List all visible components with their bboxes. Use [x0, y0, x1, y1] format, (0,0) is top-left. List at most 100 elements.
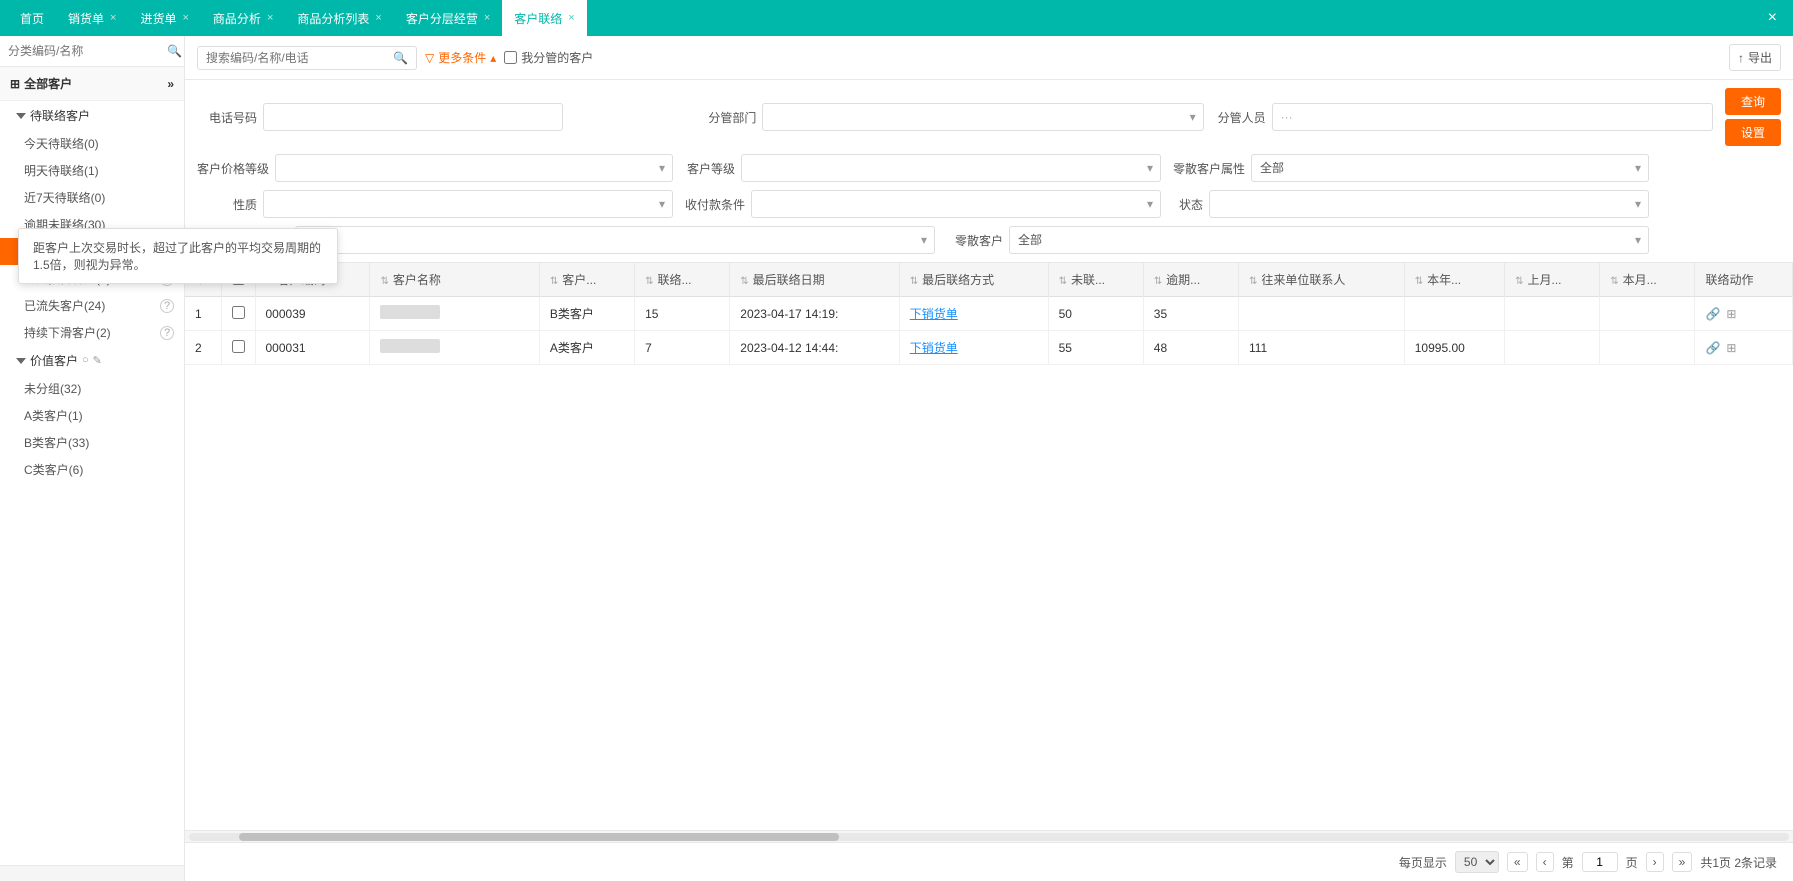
sidebar-value-customer-group[interactable]: 价值客户 ○ ✎ — [0, 346, 184, 375]
more-conditions-btn[interactable]: ▽ 更多条件 ▴ — [425, 49, 496, 66]
nav-home[interactable]: 首页 — [8, 0, 56, 36]
filter-gender-select[interactable] — [263, 190, 673, 218]
sidebar-item-continuous-drop[interactable]: 持续下滑客户(2) ? — [0, 319, 184, 346]
col-last-month[interactable]: 上月... — [1505, 263, 1600, 297]
col-customer-name[interactable]: 客户名称 — [370, 263, 539, 297]
filter-gender-wrap — [263, 190, 673, 218]
nav-sales-close[interactable]: × — [110, 12, 116, 24]
nav-customer-contact-close[interactable]: × — [568, 12, 574, 24]
filter-price-level-select[interactable] — [275, 154, 673, 182]
row1-select-checkbox[interactable] — [232, 306, 245, 319]
row2-select-checkbox[interactable] — [232, 340, 245, 353]
sidebar-item-b-class[interactable]: B类客户(33) — [0, 429, 184, 456]
col-unit-contact[interactable]: 往来单位联系人 — [1238, 263, 1404, 297]
nav-customer-tier-close[interactable]: × — [484, 12, 490, 24]
filter-status-select[interactable] — [1209, 190, 1649, 218]
filter-phone-input[interactable] — [263, 103, 563, 131]
sidebar-item-7days[interactable]: 近7天待联络(0) — [0, 184, 184, 211]
horizontal-scrollbar[interactable] — [185, 830, 1793, 842]
last-page-button[interactable]: » — [1672, 852, 1693, 872]
row1-unit-contact — [1238, 297, 1404, 331]
table-row: 1 000039 B类客户 15 2023-04-17 14:19: 下销货单 … — [185, 297, 1793, 331]
row2-action-icon1[interactable]: 🔗 — [1705, 341, 1720, 355]
sidebar-item-already-lost[interactable]: 已流失客户(24) ? — [0, 292, 184, 319]
page-input[interactable]: 1 — [1582, 852, 1618, 872]
toolbar: 🔍 ▽ 更多条件 ▴ 我分管的客户 ↑ 导出 — [185, 36, 1793, 80]
sidebar-item-unclassified[interactable]: 未分组(32) — [0, 375, 184, 402]
settings-button[interactable]: 设置 — [1725, 119, 1781, 146]
row1-this-month — [1600, 297, 1695, 331]
prev-page-button[interactable]: ‹ — [1536, 852, 1554, 872]
help-icon-already-lost[interactable]: ? — [160, 299, 174, 313]
sidebar-all-customers[interactable]: ⊞ 全部客户 » — [0, 67, 184, 101]
table-row: 2 000031 A类客户 7 2023-04-12 14:44: 下销货单 5… — [185, 331, 1793, 365]
window-close-button[interactable]: × — [1760, 9, 1785, 27]
sidebar-item-c-class[interactable]: C类客户(6) — [0, 456, 184, 483]
nav-product-list-close[interactable]: × — [375, 12, 381, 24]
toolbar-search-icon[interactable]: 🔍 — [393, 51, 408, 65]
sidebar-search-icon[interactable]: 🔍 — [167, 44, 182, 58]
filter-dept-select[interactable] — [762, 103, 1203, 131]
help-icon-drop[interactable]: ? — [160, 326, 174, 340]
collapse-icon[interactable]: » — [167, 77, 174, 91]
filter-customer-level-wrap — [741, 154, 1161, 182]
col-contact-count[interactable]: 联络... — [635, 263, 730, 297]
col-overdue[interactable]: 逾期... — [1143, 263, 1238, 297]
col-category[interactable]: 客户... — [539, 263, 634, 297]
row2-last-method[interactable]: 下销货单 — [899, 331, 1048, 365]
query-button[interactable]: 查询 — [1725, 88, 1781, 115]
edit-icon[interactable]: ✎ — [93, 354, 102, 367]
row1-action-icon1[interactable]: 🔗 — [1705, 307, 1720, 321]
row2-action[interactable]: 🔗 ⊞ — [1695, 331, 1793, 365]
sidebar-item-a-class[interactable]: A类客户(1) — [0, 402, 184, 429]
nav-customer-contact[interactable]: 客户联络 × — [502, 0, 586, 36]
row1-last-method[interactable]: 下销货单 — [899, 297, 1048, 331]
export-button[interactable]: ↑ 导出 — [1729, 44, 1781, 71]
col-this-month[interactable]: 本月... — [1600, 263, 1695, 297]
row2-unread: 55 — [1048, 331, 1143, 365]
col-this-year[interactable]: 本年... — [1404, 263, 1504, 297]
row1-action[interactable]: 🔗 ⊞ — [1695, 297, 1793, 331]
circle-icon[interactable]: ○ — [82, 354, 89, 367]
sort-icon-cat — [550, 273, 558, 287]
total-label: 共1页 2条记录 — [1700, 854, 1777, 871]
row2-action-icon2[interactable]: ⊞ — [1726, 341, 1736, 355]
nav-purchase[interactable]: 进货单 × — [128, 0, 200, 36]
scrollbar-thumb[interactable] — [239, 833, 839, 841]
sidebar-item-tomorrow[interactable]: 明天待联络(1) — [0, 157, 184, 184]
col-last-contact-method[interactable]: 最后联络方式 — [899, 263, 1048, 297]
next-page-button[interactable]: › — [1646, 852, 1664, 872]
row1-action-icon2[interactable]: ⊞ — [1726, 307, 1736, 321]
nav-product-list[interactable]: 商品分析列表 × — [285, 0, 393, 36]
filter-retail-customer-select[interactable]: 全部 — [1009, 226, 1649, 254]
col-unread[interactable]: 未联... — [1048, 263, 1143, 297]
filter-customer-level-select[interactable] — [741, 154, 1161, 182]
nav-sales[interactable]: 销货单 × — [56, 0, 128, 36]
col-last-contact-date[interactable]: 最后联络日期 — [730, 263, 899, 297]
search-input[interactable] — [206, 51, 393, 65]
my-customers-checkbox[interactable] — [504, 51, 517, 64]
row1-index: 1 — [185, 297, 221, 331]
first-page-button[interactable]: « — [1507, 852, 1528, 872]
filter-retail-attr-select[interactable]: 全部 — [1251, 154, 1649, 182]
filter-row-1: 电话号码 分管部门 分管人员 ··· 查询 设置 — [197, 88, 1781, 146]
filter-customer-type-select[interactable] — [295, 226, 935, 254]
nav-customer-tier[interactable]: 客户分层经营 × — [394, 0, 502, 36]
filter-row-2: 客户价格等级 客户等级 零散客户属性 全部 — [197, 154, 1781, 182]
sidebar-item-today[interactable]: 今天待联络(0) — [0, 130, 184, 157]
nav-purchase-close[interactable]: × — [182, 12, 188, 24]
row2-name[interactable] — [370, 331, 539, 365]
filter-payment-select[interactable] — [751, 190, 1161, 218]
sort-icon-name — [380, 273, 388, 287]
nav-product-analysis[interactable]: 商品分析 × — [201, 0, 285, 36]
sidebar-content: ⊞ 全部客户 » 待联络客户 今天待联络(0) 明天待联络(1) 近7天待联络(… — [0, 67, 184, 865]
row2-last-date: 2023-04-12 14:44: — [730, 331, 899, 365]
sidebar-search-input[interactable] — [8, 44, 163, 58]
page-label: 第 — [1562, 854, 1574, 871]
row1-name[interactable] — [370, 297, 539, 331]
nav-product-analysis-close[interactable]: × — [267, 12, 273, 24]
page-size-select[interactable]: 50 — [1455, 851, 1499, 873]
row2-checkbox — [221, 331, 255, 365]
sidebar-pending-contact-group[interactable]: 待联络客户 — [0, 101, 184, 130]
sort-icon-overdue — [1154, 273, 1162, 287]
